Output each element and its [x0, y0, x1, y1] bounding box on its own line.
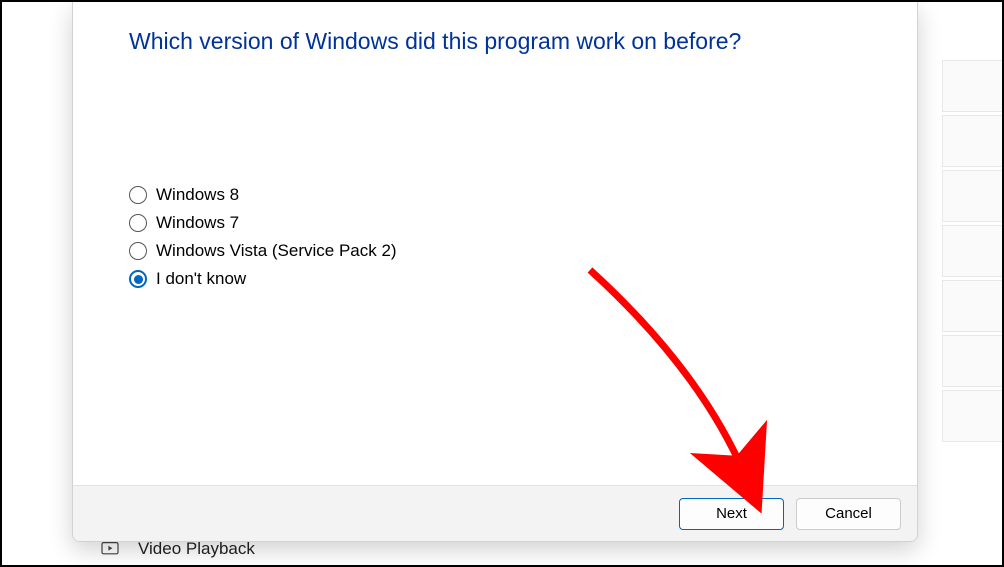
cancel-button[interactable]: Cancel	[796, 498, 901, 530]
dialog-title: Which version of Windows did this progra…	[129, 28, 861, 55]
background-row	[942, 225, 1002, 277]
background-row	[942, 390, 1002, 442]
background-row	[942, 280, 1002, 332]
dialog-footer: Next Cancel	[73, 485, 917, 541]
background-row	[942, 335, 1002, 387]
radio-icon	[129, 186, 147, 204]
compatibility-dialog: Which version of Windows did this progra…	[72, 2, 918, 542]
radio-option-windows-8[interactable]: Windows 8	[129, 185, 861, 205]
radio-option-windows-7[interactable]: Windows 7	[129, 213, 861, 233]
background-list-rows	[942, 60, 1002, 442]
os-version-radio-group: Windows 8 Windows 7 Windows Vista (Servi…	[129, 185, 861, 289]
radio-label: Windows 7	[156, 213, 239, 233]
radio-icon	[129, 214, 147, 232]
background-row	[942, 115, 1002, 167]
radio-icon	[129, 242, 147, 260]
dialog-body: Which version of Windows did this progra…	[73, 2, 917, 485]
next-button[interactable]: Next	[679, 498, 784, 530]
video-playback-icon	[100, 541, 120, 557]
radio-option-i-dont-know[interactable]: I don't know	[129, 269, 861, 289]
radio-label: Windows Vista (Service Pack 2)	[156, 241, 397, 261]
background-row	[942, 60, 1002, 112]
background-nav-item-video-playback[interactable]: Video Playback	[100, 539, 255, 559]
background-nav-item-label: Video Playback	[138, 539, 255, 559]
radio-label: I don't know	[156, 269, 246, 289]
radio-option-windows-vista-sp2[interactable]: Windows Vista (Service Pack 2)	[129, 241, 861, 261]
radio-label: Windows 8	[156, 185, 239, 205]
radio-icon	[129, 270, 147, 288]
background-row	[942, 170, 1002, 222]
